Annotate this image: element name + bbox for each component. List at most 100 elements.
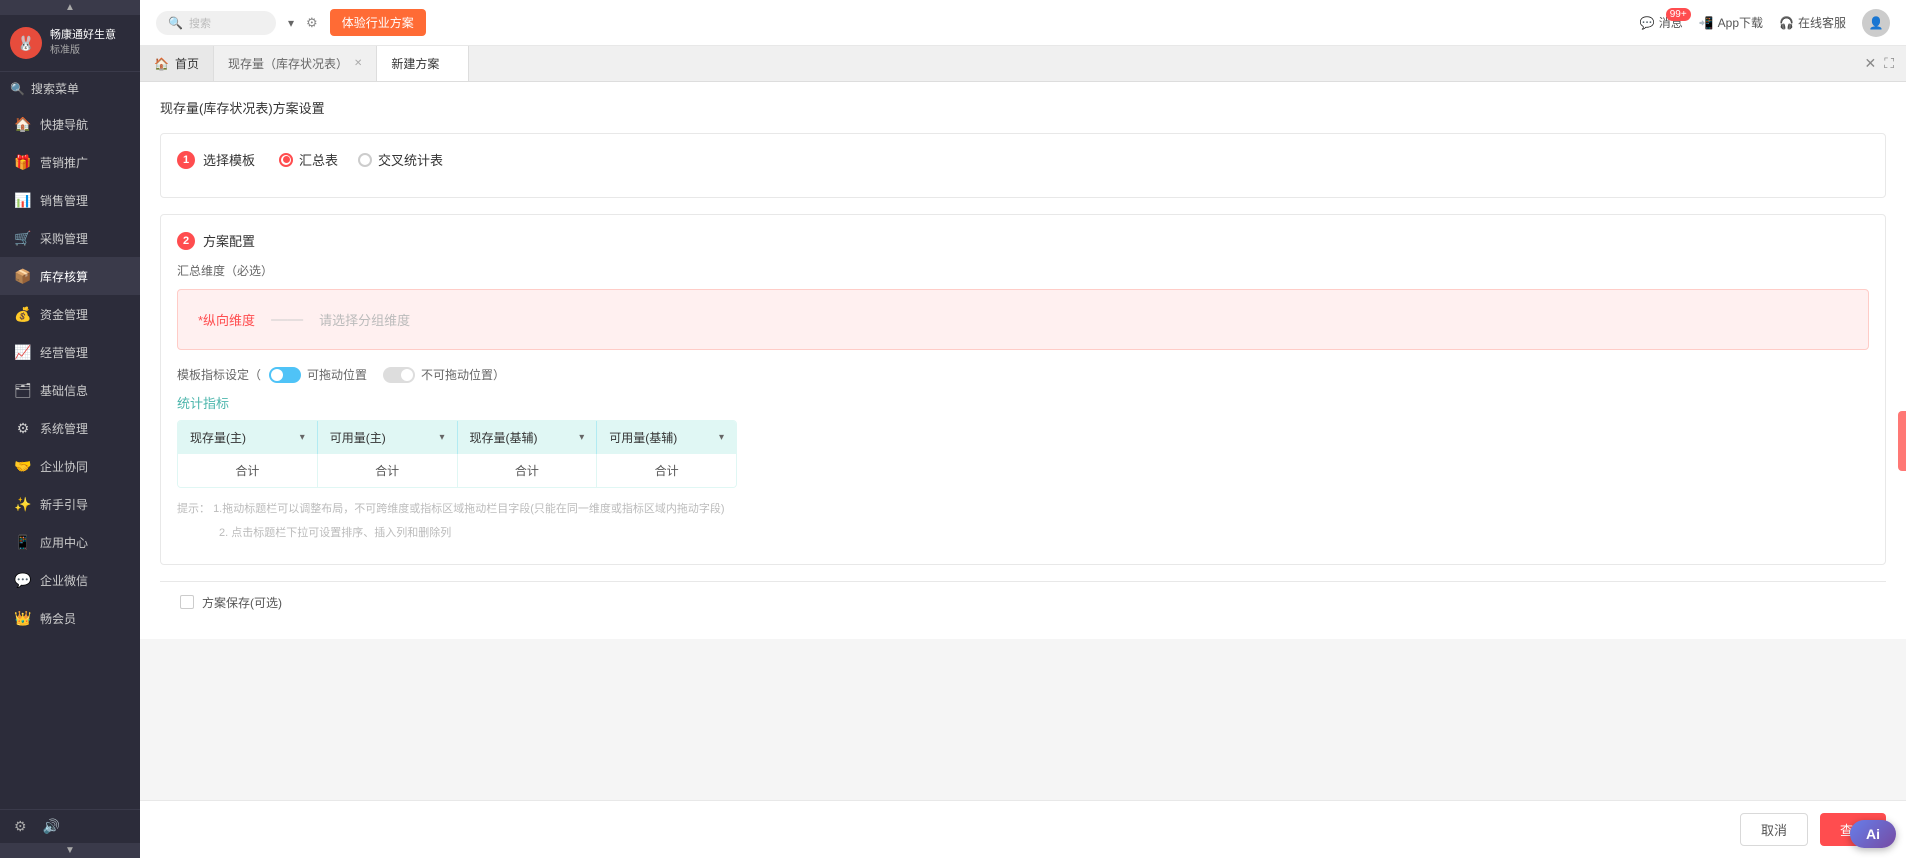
tab-close-new[interactable]: ✕ bbox=[445, 58, 453, 69]
tab-expand-icon[interactable]: ⛶ bbox=[1884, 55, 1894, 72]
chevron-down-icon-1: ▾ bbox=[300, 432, 305, 443]
right-scroll-hint[interactable] bbox=[1898, 411, 1906, 471]
save-checkbox[interactable] bbox=[180, 595, 194, 609]
app-name: 畅康通好生意 标准版 bbox=[50, 28, 116, 57]
sidebar-search[interactable]: 🔍 搜索菜单 bbox=[0, 72, 140, 105]
sidebar-item-label: 应用中心 bbox=[40, 534, 88, 551]
dimension-dash: —— bbox=[271, 311, 303, 329]
sidebar-item-enterprise[interactable]: 🤝 企业协同 bbox=[0, 447, 140, 485]
tabbar: 🏠 首页 现存量（库存状况表） ✕ 新建方案 ✕ ✕ ⛶ bbox=[140, 46, 1906, 82]
stats-data-3: 合计 bbox=[458, 454, 598, 487]
sidebar-item-sales[interactable]: 📊 销售管理 bbox=[0, 181, 140, 219]
experience-button[interactable]: 体验行业方案 bbox=[330, 9, 426, 36]
ai-float-button[interactable]: Ai bbox=[1850, 820, 1896, 848]
sidebar-item-system[interactable]: ⚙ 系统管理 bbox=[0, 409, 140, 447]
sparkle-icon: ✨ bbox=[14, 495, 32, 513]
stats-section: 统计指标 现存量(主) ▾ 可用量(主) ▾ bbox=[177, 393, 1869, 488]
tab-minimize-icon[interactable]: ✕ bbox=[1864, 55, 1876, 72]
radio-summary[interactable]: 汇总表 bbox=[279, 150, 338, 169]
tab-close-inventory[interactable]: ✕ bbox=[354, 58, 362, 69]
sidebar-search-label: 搜索菜单 bbox=[31, 80, 79, 97]
stats-table: 现存量(主) ▾ 可用量(主) ▾ 现存量(基辅) ▾ bbox=[177, 420, 737, 488]
stats-col-3[interactable]: 现存量(基辅) ▾ bbox=[458, 421, 598, 454]
user-avatar[interactable]: 👤 bbox=[1862, 9, 1890, 37]
sidebar-scroll-up[interactable]: ▲ bbox=[0, 0, 140, 15]
sidebar-item-guide[interactable]: ✨ 新手引导 bbox=[0, 485, 140, 523]
stats-data-4: 合计 bbox=[597, 454, 736, 487]
volume-icon[interactable]: 🔊 bbox=[43, 818, 60, 835]
topbar-dropdown[interactable]: ▾ bbox=[288, 16, 294, 30]
step1-section: 1 选择模板 汇总表 交叉统计表 bbox=[160, 133, 1886, 198]
sidebar-item-label: 企业微信 bbox=[40, 572, 88, 589]
topbar-right: 💬 消息 99+ 📲 App下载 🎧 在线客服 👤 bbox=[1640, 9, 1890, 37]
sidebar-logo: 🐰 畅康通好生意 标准版 bbox=[0, 15, 140, 72]
toggle-draggable: 可拖动位置 bbox=[269, 366, 367, 383]
folder-icon: 🗂 bbox=[14, 381, 32, 399]
sidebar-item-marketing[interactable]: 🎁 营销推广 bbox=[0, 143, 140, 181]
stats-col-4-label: 可用量(基辅) bbox=[609, 429, 677, 446]
app-download-button[interactable]: 📲 App下载 bbox=[1699, 14, 1763, 31]
sidebar-item-label: 采购管理 bbox=[40, 230, 88, 247]
main-area: 🔍 搜索 ▾ ⚙ 体验行业方案 💬 消息 99+ 📲 App下载 🎧 在线客服 … bbox=[140, 0, 1906, 858]
cancel-button[interactable]: 取消 bbox=[1740, 813, 1808, 846]
tab-new-plan[interactable]: 新建方案 ✕ bbox=[377, 46, 468, 81]
topbar-search-box[interactable]: 🔍 搜索 bbox=[156, 11, 276, 35]
tab-label: 现存量（库存状况表） bbox=[228, 55, 348, 72]
tip-1: 提示： 1.拖动标题栏可以调整布局，不可跨维度或指标区域拖动栏目字段(只能在同一… bbox=[177, 500, 1869, 520]
topbar: 🔍 搜索 ▾ ⚙ 体验行业方案 💬 消息 99+ 📲 App下载 🎧 在线客服 … bbox=[140, 0, 1906, 46]
content-area: 现存量(库存状况表)方案设置 1 选择模板 汇总表 交叉统计表 bbox=[140, 82, 1906, 800]
page-title: 现存量(库存状况表)方案设置 bbox=[160, 98, 1886, 117]
stats-col-4[interactable]: 可用量(基辅) ▾ bbox=[597, 421, 736, 454]
sidebar-item-base[interactable]: 🗂 基础信息 bbox=[0, 371, 140, 409]
dimension-required-area[interactable]: *纵向维度 —— 请选择分组维度 bbox=[177, 289, 1869, 350]
topbar-search-icon: 🔍 bbox=[168, 16, 183, 30]
online-service-button[interactable]: 🎧 在线客服 bbox=[1779, 14, 1846, 31]
stats-col-2[interactable]: 可用量(主) ▾ bbox=[318, 421, 458, 454]
home-icon: 🏠 bbox=[14, 115, 32, 133]
sidebar-item-label: 新手引导 bbox=[40, 496, 88, 513]
radio-cross-circle bbox=[358, 153, 372, 167]
step2-header: 2 方案配置 bbox=[177, 231, 1869, 250]
toggle-non-draggable-off[interactable] bbox=[383, 367, 415, 383]
stats-data-row: 合计 合计 合计 合计 bbox=[178, 454, 736, 487]
sidebar-scroll-down[interactable]: ▼ bbox=[0, 843, 140, 858]
radio-cross[interactable]: 交叉统计表 bbox=[358, 150, 443, 169]
toggle-draggable-on[interactable] bbox=[269, 367, 301, 383]
metrics-label-text: 模板指标设定（ bbox=[177, 366, 261, 383]
mobile-icon: 📱 bbox=[14, 533, 32, 551]
sidebar-item-operation[interactable]: 📈 经营管理 bbox=[0, 333, 140, 371]
stats-col-1[interactable]: 现存量(主) ▾ bbox=[178, 421, 318, 454]
step1-header: 1 选择模板 汇总表 交叉统计表 bbox=[177, 150, 1869, 169]
sidebar-item-label: 企业协同 bbox=[40, 458, 88, 475]
step2-title: 方案配置 bbox=[203, 231, 255, 250]
toggle-non-draggable: 不可拖动位置） bbox=[383, 366, 505, 383]
chevron-down-icon-2: ▾ bbox=[439, 432, 444, 443]
sidebar-item-purchase[interactable]: 🛒 采购管理 bbox=[0, 219, 140, 257]
sidebar-item-inventory[interactable]: 📦 库存核算 bbox=[0, 257, 140, 295]
sidebar-nav: 🏠 快捷导航 🎁 营销推广 📊 销售管理 🛒 采购管理 📦 库存核算 💰 资金管… bbox=[0, 105, 140, 809]
sidebar-item-apps[interactable]: 📱 应用中心 bbox=[0, 523, 140, 561]
stats-col-3-label: 现存量(基辅) bbox=[470, 429, 538, 446]
tab-inventory-status[interactable]: 现存量（库存状况表） ✕ bbox=[214, 46, 377, 81]
sidebar-item-label: 营销推广 bbox=[40, 154, 88, 171]
messages-button[interactable]: 💬 消息 99+ bbox=[1640, 14, 1683, 31]
step1-title: 选择模板 bbox=[203, 150, 255, 169]
metrics-settings: 模板指标设定（ 可拖动位置 不可拖动位置） 统计指标 bbox=[177, 366, 1869, 544]
tab-home[interactable]: 🏠 首页 bbox=[140, 46, 214, 81]
save-label: 方案保存(可选) bbox=[202, 594, 282, 611]
sidebar-item-quick-nav[interactable]: 🏠 快捷导航 bbox=[0, 105, 140, 143]
sidebar-item-label: 资金管理 bbox=[40, 306, 88, 323]
app-label: App下载 bbox=[1718, 14, 1763, 31]
sidebar-item-label: 经营管理 bbox=[40, 344, 88, 361]
sidebar-item-label: 库存核算 bbox=[40, 268, 88, 285]
sidebar-item-wechat[interactable]: 💬 企业微信 bbox=[0, 561, 140, 599]
gear-icon[interactable]: ⚙ bbox=[306, 15, 318, 31]
step2-section: 2 方案配置 汇总维度（必选） *纵向维度 —— 请选择分组维度 模板指标设定（ bbox=[160, 214, 1886, 565]
sidebar-item-finance[interactable]: 💰 资金管理 bbox=[0, 295, 140, 333]
sidebar-bottom: ⚙ 🔊 bbox=[0, 809, 140, 843]
sidebar-item-member[interactable]: 👑 畅会员 bbox=[0, 599, 140, 637]
metrics-label-row: 模板指标设定（ 可拖动位置 不可拖动位置） bbox=[177, 366, 1869, 383]
settings-icon[interactable]: ⚙ bbox=[14, 818, 27, 835]
messages-badge: 99+ bbox=[1666, 8, 1691, 21]
sidebar-item-label: 快捷导航 bbox=[40, 116, 88, 133]
